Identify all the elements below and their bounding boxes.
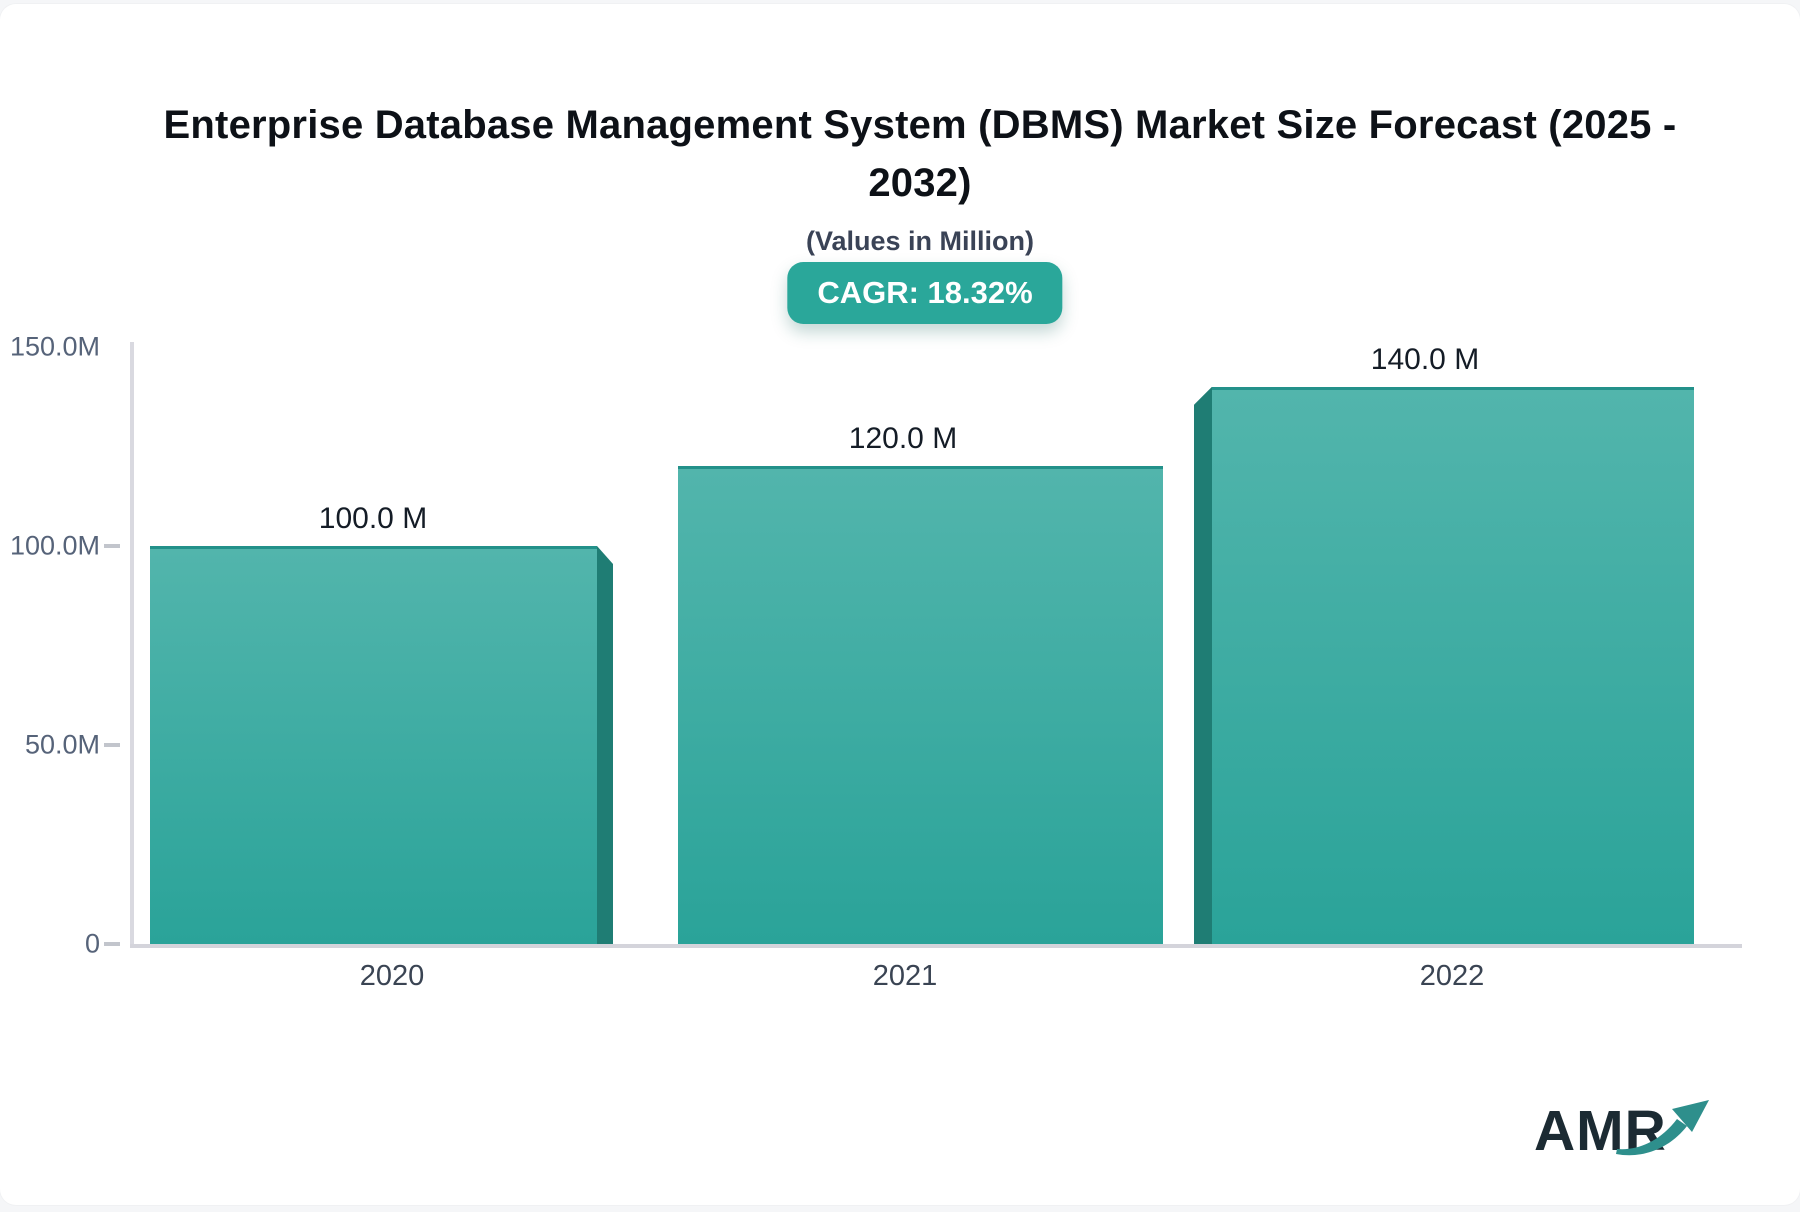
y-tick-label: 150.0M [0, 332, 100, 363]
y-tick-label: 100.0M [0, 531, 100, 562]
x-tick-label: 2021 [873, 960, 938, 993]
bar-chart: 0 50.0M 100.0M 150.0M 100.0 M 2020 120.0 M 2021… [0, 4, 1800, 1205]
x-axis-line [130, 944, 1742, 948]
bar-2022[interactable] [1212, 387, 1694, 944]
amr-logo: AMR [1528, 1094, 1728, 1174]
bar-3d-side [597, 546, 613, 944]
y-tick-dash [104, 743, 120, 747]
y-tick-dash [104, 942, 120, 946]
y-tick-dash [104, 544, 120, 548]
bar-value-label: 100.0 M [319, 502, 427, 536]
bar-3d-side [1194, 387, 1212, 944]
page-background: Enterprise Database Management System (D… [0, 0, 1800, 1212]
bar-2021[interactable] [678, 466, 1163, 944]
x-tick-label: 2022 [1420, 960, 1485, 993]
bar-2020[interactable] [150, 546, 597, 944]
bar-value-label: 120.0 M [849, 422, 957, 456]
bar-value-label: 140.0 M [1371, 343, 1479, 377]
y-tick-label: 0 [0, 929, 100, 960]
y-axis-line [130, 342, 134, 948]
trending-up-arrow-icon [1612, 1096, 1712, 1162]
chart-card: Enterprise Database Management System (D… [0, 4, 1800, 1205]
y-tick-label: 50.0M [0, 730, 100, 761]
x-tick-label: 2020 [360, 960, 425, 993]
